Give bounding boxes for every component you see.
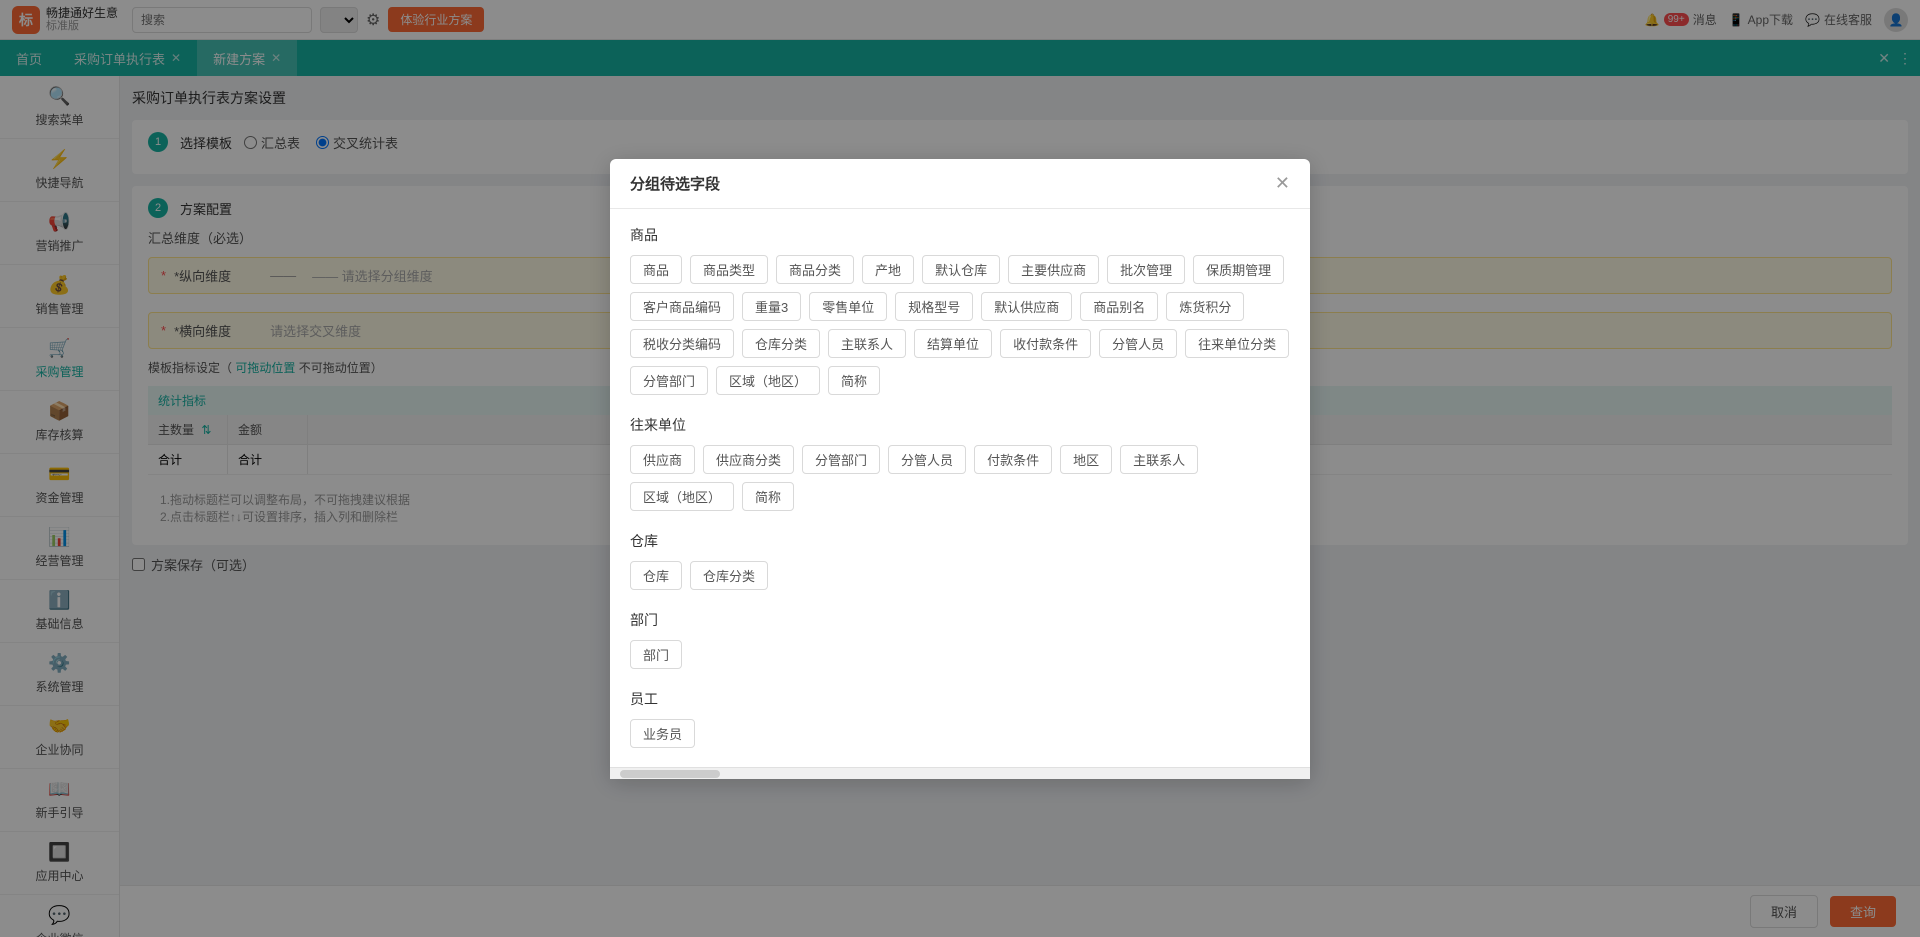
field-tag-1-5[interactable]: 地区 <box>1060 445 1112 474</box>
modal-sections: 商品商品商品类型商品分类产地默认仓库主要供应商批次管理保质期管理客户商品编码重量… <box>630 225 1290 767</box>
field-section-2: 仓库仓库仓库分类 <box>630 531 1290 590</box>
field-tag-1-6[interactable]: 主联系人 <box>1120 445 1198 474</box>
field-section-title-4: 员工 <box>630 689 1290 709</box>
field-section-title-2: 仓库 <box>630 531 1290 551</box>
field-tag-0-21[interactable]: 往来单位分类 <box>1185 329 1289 358</box>
modal-hscroll[interactable] <box>610 767 1310 779</box>
field-tag-2-1[interactable]: 仓库分类 <box>690 561 768 590</box>
modal-title: 分组待选字段 <box>630 173 720 194</box>
field-tag-0-24[interactable]: 简称 <box>828 366 880 395</box>
field-tag-0-18[interactable]: 结算单位 <box>914 329 992 358</box>
field-tag-0-0[interactable]: 商品 <box>630 255 682 284</box>
field-tag-0-15[interactable]: 税收分类编码 <box>630 329 734 358</box>
field-tag-0-8[interactable]: 客户商品编码 <box>630 292 734 321</box>
field-tag-0-22[interactable]: 分管部门 <box>630 366 708 395</box>
field-tags-0: 商品商品类型商品分类产地默认仓库主要供应商批次管理保质期管理客户商品编码重量3 零… <box>630 255 1290 395</box>
modal-header: 分组待选字段 ✕ <box>610 159 1310 209</box>
field-tag-0-7[interactable]: 保质期管理 <box>1193 255 1284 284</box>
field-tag-1-7[interactable]: 区域（地区） <box>630 482 734 511</box>
modal-close-icon[interactable]: ✕ <box>1275 174 1290 192</box>
field-tags-1: 供应商供应商分类分管部门分管人员付款条件地区主联系人区域（地区） 简称 <box>630 445 1290 511</box>
field-tag-1-1[interactable]: 供应商分类 <box>703 445 794 474</box>
field-tag-0-14[interactable]: 炼货积分 <box>1166 292 1244 321</box>
field-tag-1-0[interactable]: 供应商 <box>630 445 695 474</box>
field-section-title-1: 往来单位 <box>630 415 1290 435</box>
field-section-3: 部门部门 <box>630 610 1290 669</box>
field-tag-1-8[interactable]: 简称 <box>742 482 794 511</box>
field-tag-0-19[interactable]: 收付款条件 <box>1000 329 1091 358</box>
field-section-0: 商品商品商品类型商品分类产地默认仓库主要供应商批次管理保质期管理客户商品编码重量… <box>630 225 1290 395</box>
field-section-1: 往来单位供应商供应商分类分管部门分管人员付款条件地区主联系人区域（地区） 简称 <box>630 415 1290 511</box>
field-tag-3-0[interactable]: 部门 <box>630 640 682 669</box>
field-tag-0-3[interactable]: 产地 <box>862 255 914 284</box>
field-tags-3: 部门 <box>630 640 1290 669</box>
modal-body[interactable]: 商品商品商品类型商品分类产地默认仓库主要供应商批次管理保质期管理客户商品编码重量… <box>610 209 1310 767</box>
field-tag-0-20[interactable]: 分管人员 <box>1099 329 1177 358</box>
field-tags-2: 仓库仓库分类 <box>630 561 1290 590</box>
field-tags-4: 业务员 <box>630 719 1290 748</box>
field-tag-0-13[interactable]: 商品别名 <box>1080 292 1158 321</box>
field-tag-0-16[interactable]: 仓库分类 <box>742 329 820 358</box>
field-tag-0-5[interactable]: 主要供应商 <box>1008 255 1099 284</box>
modal-hscroll-thumb <box>620 770 720 778</box>
field-section-title-0: 商品 <box>630 225 1290 245</box>
field-tag-0-1[interactable]: 商品类型 <box>690 255 768 284</box>
field-section-title-3: 部门 <box>630 610 1290 630</box>
modal-dialog: 分组待选字段 ✕ 商品商品商品类型商品分类产地默认仓库主要供应商批次管理保质期管… <box>610 159 1310 779</box>
field-section-4: 员工业务员 <box>630 689 1290 748</box>
field-tag-0-23[interactable]: 区域（地区） <box>716 366 820 395</box>
field-tag-0-11[interactable]: 规格型号 <box>895 292 973 321</box>
field-tag-0-6[interactable]: 批次管理 <box>1107 255 1185 284</box>
field-tag-0-2[interactable]: 商品分类 <box>776 255 854 284</box>
field-tag-0-9[interactable]: 重量3 <box>742 292 801 321</box>
field-tag-1-2[interactable]: 分管部门 <box>802 445 880 474</box>
field-tag-4-0[interactable]: 业务员 <box>630 719 695 748</box>
field-tag-1-4[interactable]: 付款条件 <box>974 445 1052 474</box>
field-tag-0-4[interactable]: 默认仓库 <box>922 255 1000 284</box>
field-tag-0-17[interactable]: 主联系人 <box>828 329 906 358</box>
modal-overlay[interactable]: 分组待选字段 ✕ 商品商品商品类型商品分类产地默认仓库主要供应商批次管理保质期管… <box>0 0 1920 937</box>
field-tag-1-3[interactable]: 分管人员 <box>888 445 966 474</box>
field-tag-0-10[interactable]: 零售单位 <box>809 292 887 321</box>
field-tag-2-0[interactable]: 仓库 <box>630 561 682 590</box>
field-tag-0-12[interactable]: 默认供应商 <box>981 292 1072 321</box>
